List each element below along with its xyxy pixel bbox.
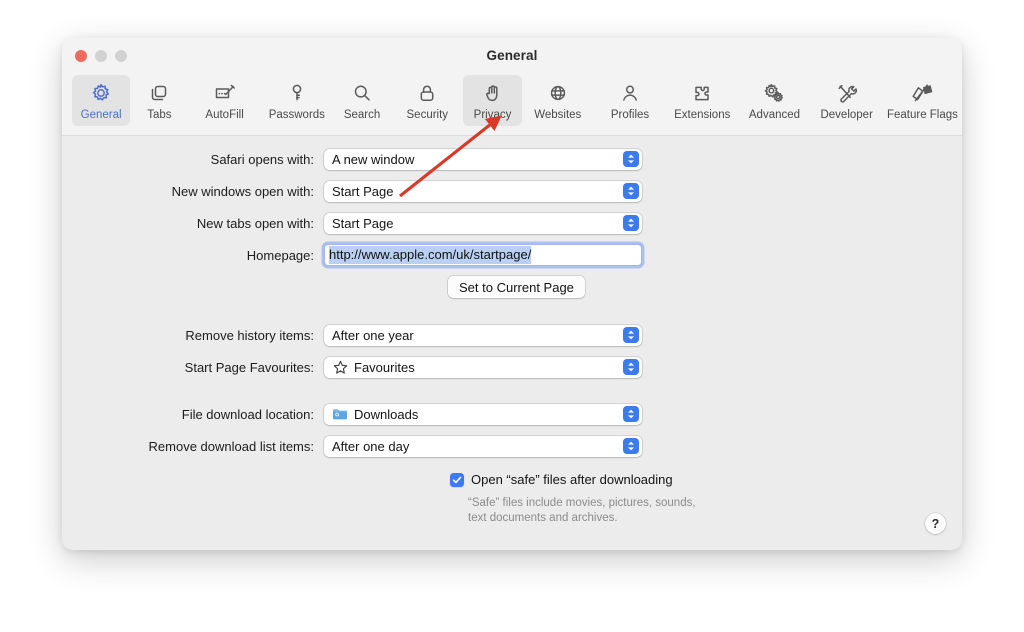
new-tabs-open-with-select[interactable]: Start Page bbox=[324, 212, 642, 234]
remove-download-list-items-select[interactable]: After one day bbox=[324, 435, 642, 457]
tab-label: Advanced bbox=[748, 109, 801, 121]
key-icon bbox=[286, 79, 308, 106]
new-windows-open-with-value: Start Page bbox=[332, 183, 394, 199]
safari-opens-with-select[interactable]: A new window bbox=[324, 148, 642, 170]
tab-label: Privacy bbox=[473, 109, 512, 121]
chevron-up-down-icon bbox=[623, 359, 639, 375]
tab-websites[interactable]: Websites bbox=[522, 75, 594, 126]
tab-label: Passwords bbox=[268, 109, 325, 121]
file-download-location-value: Downloads bbox=[354, 406, 419, 422]
downloads-folder-icon bbox=[332, 406, 348, 422]
file-download-location-select[interactable]: Downloads bbox=[324, 403, 642, 425]
row-remove-history-items: Remove history items: After one year bbox=[62, 324, 642, 346]
row-file-download-location: File download location: Downloads bbox=[62, 403, 642, 425]
remove-history-items-select[interactable]: After one year bbox=[324, 324, 642, 346]
settings-toolbar: General Tabs AutoFill Passwords Search S… bbox=[62, 75, 962, 136]
tabs-icon bbox=[148, 79, 170, 106]
tab-label: Extensions bbox=[674, 109, 731, 121]
screenshot-root: General General Tabs AutoFill Passwords … bbox=[0, 0, 1024, 632]
safari-opens-with-value: A new window bbox=[332, 151, 415, 167]
tab-advanced[interactable]: Advanced bbox=[738, 75, 810, 126]
tab-general[interactable]: General bbox=[72, 75, 131, 126]
new-tabs-open-with-value: Start Page bbox=[332, 215, 394, 231]
autofill-pencil-icon bbox=[213, 79, 237, 106]
tab-label: Tabs bbox=[147, 109, 172, 121]
row-start-page-favourites: Start Page Favourites: Favourites bbox=[62, 356, 642, 378]
start-page-favourites-select[interactable]: Favourites bbox=[324, 356, 642, 378]
tab-label: General bbox=[80, 109, 122, 121]
window-titlebar: General bbox=[62, 38, 962, 75]
open-safe-files-checkbox-row[interactable]: Open “safe” files after downloading bbox=[450, 472, 673, 487]
puzzle-piece-icon bbox=[691, 79, 713, 106]
chevron-up-down-icon bbox=[623, 438, 639, 454]
person-icon bbox=[619, 79, 641, 106]
remove-download-list-items-value: After one day bbox=[332, 438, 410, 454]
tab-label: Developer bbox=[820, 109, 873, 121]
new-windows-open-with-select[interactable]: Start Page bbox=[324, 180, 642, 202]
tab-privacy[interactable]: Privacy bbox=[463, 75, 522, 126]
remove-download-list-items-label: Remove download list items: bbox=[148, 438, 314, 454]
remove-history-items-value: After one year bbox=[332, 327, 414, 343]
row-new-tabs-open-with: New tabs open with: Start Page bbox=[62, 212, 642, 234]
homepage-value: http://www.apple.com/uk/startpage/ bbox=[329, 246, 532, 264]
tab-search[interactable]: Search bbox=[333, 75, 391, 126]
set-to-current-page-button[interactable]: Set to Current Page bbox=[448, 276, 585, 298]
hammer-wrench-icon bbox=[836, 79, 858, 106]
gear-icon bbox=[90, 79, 112, 106]
tab-autofill[interactable]: AutoFill bbox=[188, 75, 260, 126]
row-homepage: Homepage: http://www.apple.com/uk/startp… bbox=[62, 244, 642, 266]
general-settings-pane: Safari opens with: A new window New wind… bbox=[62, 136, 962, 550]
homepage-label: Homepage: bbox=[246, 247, 314, 263]
start-page-favourites-value: Favourites bbox=[354, 359, 415, 375]
tab-developer[interactable]: Developer bbox=[811, 75, 883, 126]
chevron-up-down-icon bbox=[623, 327, 639, 343]
magnifier-icon bbox=[351, 79, 373, 106]
tab-label: Profiles bbox=[610, 109, 650, 121]
tab-label: AutoFill bbox=[205, 109, 244, 121]
open-safe-files-label: Open “safe” files after downloading bbox=[471, 472, 673, 487]
row-remove-download-list-items: Remove download list items: After one da… bbox=[62, 435, 642, 457]
row-new-windows-open-with: New windows open with: Start Page bbox=[62, 180, 642, 202]
window-title: General bbox=[486, 48, 538, 63]
tab-profiles[interactable]: Profiles bbox=[594, 75, 666, 126]
tab-label: Websites bbox=[534, 109, 582, 121]
tab-label: Security bbox=[406, 109, 449, 121]
safari-settings-window: General General Tabs AutoFill Passwords … bbox=[62, 38, 962, 550]
safe-files-note-line-2: text documents and archives. bbox=[468, 512, 618, 524]
checkbox-checked-icon[interactable] bbox=[450, 472, 464, 487]
tab-feature-flags[interactable]: Feature Flags bbox=[883, 75, 962, 126]
chevron-up-down-icon bbox=[623, 183, 639, 199]
remove-history-items-label: Remove history items: bbox=[185, 327, 314, 343]
row-safari-opens-with: Safari opens with: A new window bbox=[62, 148, 642, 170]
start-page-favourites-label: Start Page Favourites: bbox=[184, 359, 314, 375]
star-icon bbox=[332, 359, 348, 375]
globe-icon bbox=[547, 79, 569, 106]
safari-opens-with-label: Safari opens with: bbox=[210, 151, 314, 167]
homepage-input[interactable]: http://www.apple.com/uk/startpage/ bbox=[324, 244, 642, 266]
safe-files-note-line-1: “Safe” files include movies, pictures, s… bbox=[468, 497, 696, 509]
file-download-location-label: File download location: bbox=[181, 406, 314, 422]
flags-icon bbox=[909, 79, 935, 106]
tab-tabs[interactable]: Tabs bbox=[130, 75, 188, 126]
help-button[interactable]: ? bbox=[925, 513, 946, 534]
tab-label: Search bbox=[343, 109, 381, 121]
lock-icon bbox=[416, 79, 438, 106]
tab-label: Feature Flags bbox=[886, 109, 958, 121]
tab-passwords[interactable]: Passwords bbox=[261, 75, 333, 126]
gears-icon bbox=[762, 79, 786, 106]
tab-security[interactable]: Security bbox=[391, 75, 463, 126]
chevron-up-down-icon bbox=[623, 215, 639, 231]
tab-extensions[interactable]: Extensions bbox=[666, 75, 738, 126]
new-tabs-open-with-label: New tabs open with: bbox=[196, 215, 314, 231]
chevron-up-down-icon bbox=[623, 151, 639, 167]
chevron-up-down-icon bbox=[623, 406, 639, 422]
hand-icon bbox=[482, 79, 504, 106]
new-windows-open-with-label: New windows open with: bbox=[171, 183, 314, 199]
